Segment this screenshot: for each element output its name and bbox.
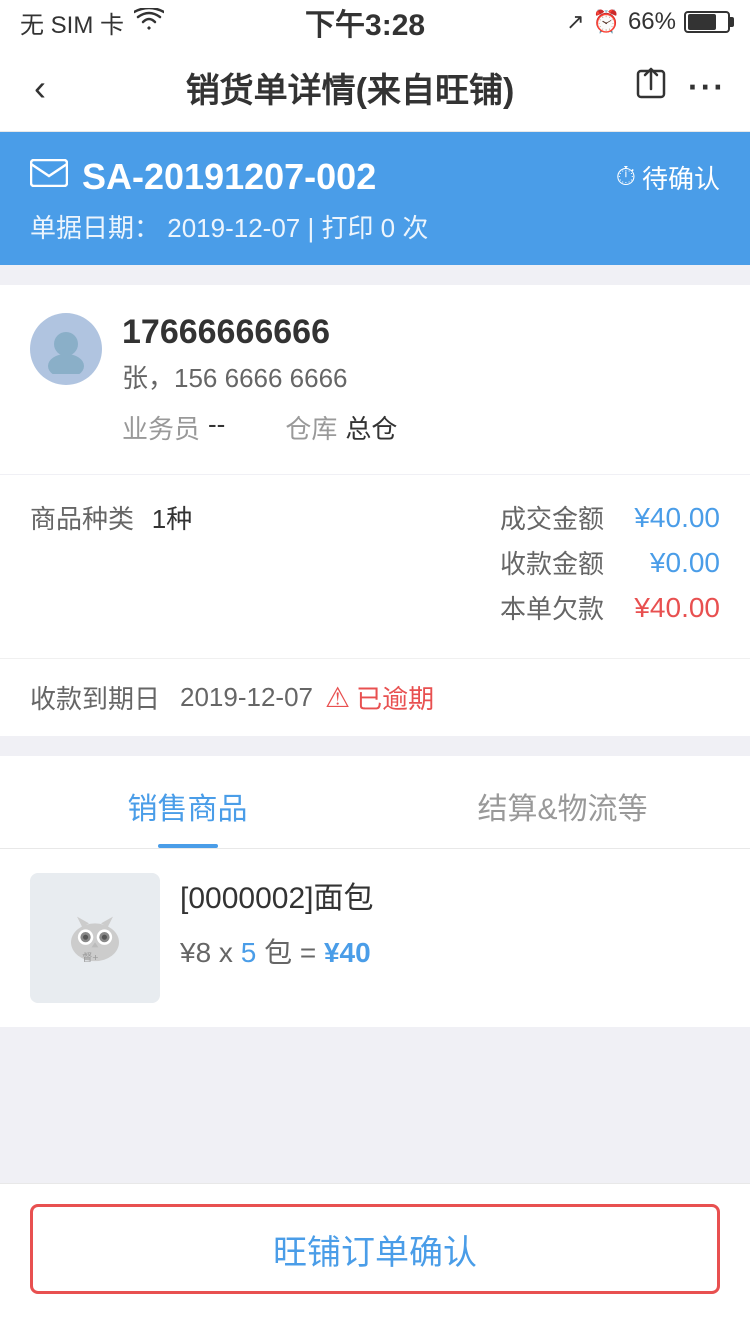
battery-icon: [684, 11, 730, 33]
tabs: 销售商品 结算&物流等: [0, 756, 750, 849]
overdue-text: 已逾期: [356, 679, 434, 716]
confirm-button[interactable]: 旺铺订单确认: [30, 1204, 720, 1294]
sales-value: --: [208, 409, 225, 446]
share-icon[interactable]: [634, 67, 668, 109]
location-icon: ↗: [566, 9, 584, 35]
bottom-bar: 旺铺订单确认: [0, 1183, 750, 1334]
tab-settlement[interactable]: 结算&物流等: [375, 756, 750, 848]
customer-meta: 业务员 -- 仓库 总仓: [122, 409, 720, 446]
battery-percent: 66%: [628, 8, 676, 36]
clock-icon: ⏱: [616, 161, 636, 193]
sales-label: 业务员: [122, 409, 200, 446]
status-right: ↗ ⏰ 66%: [566, 8, 730, 36]
customer-phone: 17666666666: [122, 313, 720, 352]
time-display: 下午3:28: [305, 0, 425, 44]
warehouse-value: 总仓: [345, 409, 397, 446]
product-info: [0000002]面包 ¥8 x 5 包 = ¥40: [180, 873, 720, 971]
alarm-icon: ⏰: [593, 9, 620, 35]
order-status: ⏱ 待确认: [616, 159, 720, 196]
customer-avatar: [30, 313, 102, 385]
overdue-icon: ⚠: [325, 681, 350, 714]
svg-text:督+: 督+: [82, 951, 98, 964]
total-price: ¥40: [324, 937, 371, 968]
customer-info: 17666666666 张，156 6666 6666 业务员 -- 仓库 总仓: [122, 313, 720, 446]
amounts-card: 商品种类 1种 成交金额 ¥40.00 收款金额 ¥0.00 本单欠款 ¥40.…: [0, 475, 750, 736]
customer-name: 张，156 6666 6666: [122, 358, 720, 395]
order-number: SA-20191207-002: [82, 156, 376, 198]
amounts-right: 成交金额 ¥40.00 收款金额 ¥0.00 本单欠款 ¥40.00: [500, 499, 720, 634]
qty-highlight: 5: [241, 937, 257, 968]
date-label: 单据日期：: [30, 213, 160, 243]
product-type-label: 商品种类: [30, 504, 134, 534]
overdue-badge: ⚠ 已逾期: [325, 679, 434, 716]
unit-text: 包 =: [264, 937, 324, 968]
due-date-label: 收款到期日: [30, 679, 160, 716]
nav-actions: ···: [634, 67, 726, 109]
due-date-row: 收款到期日 2019-12-07 ⚠ 已逾期: [0, 658, 750, 736]
page-title: 销货单详情(来自旺铺): [66, 63, 634, 112]
order-envelope-icon: [30, 159, 68, 195]
order-header: SA-20191207-002 ⏱ 待确认 单据日期： 2019-12-07 |…: [0, 132, 750, 265]
customer-card: 17666666666 张，156 6666 6666 业务员 -- 仓库 总仓: [0, 285, 750, 474]
order-date: 单据日期： 2019-12-07 | 打印 0 次: [30, 208, 720, 245]
back-button[interactable]: ‹: [24, 57, 56, 119]
date-value: 2019-12-07: [167, 213, 300, 243]
product-type: 商品种类 1种: [30, 499, 192, 536]
status-bar: 无 SIM 卡 下午3:28 ↗ ⏰ 66%: [0, 0, 750, 44]
product-price-row: ¥8 x 5 包 = ¥40: [180, 931, 720, 971]
warehouse-label: 仓库: [285, 409, 337, 446]
product-image: 督+: [30, 873, 160, 1003]
status-text: 待确认: [642, 159, 720, 196]
price-text: ¥8 x: [180, 937, 241, 968]
nav-bar: ‹ 销货单详情(来自旺铺) ···: [0, 44, 750, 132]
product-name: [0000002]面包: [180, 873, 720, 917]
more-icon[interactable]: ···: [688, 69, 726, 106]
amount-line-0: 成交金额 ¥40.00: [500, 499, 720, 536]
tab-products[interactable]: 销售商品: [0, 756, 375, 848]
product-item: 督+ [0000002]面包 ¥8 x 5 包 = ¥40: [0, 849, 750, 1027]
due-date-value: 2019-12-07: [180, 682, 313, 713]
carrier-label: 无 SIM 卡: [20, 5, 124, 40]
amount-line-2: 本单欠款 ¥40.00: [500, 589, 720, 626]
status-left: 无 SIM 卡: [20, 5, 164, 40]
product-type-value: 1种: [152, 504, 192, 534]
amount-line-1: 收款金额 ¥0.00: [500, 544, 720, 581]
wifi-icon: [134, 8, 164, 37]
print-info: | 打印 0 次: [307, 213, 428, 243]
